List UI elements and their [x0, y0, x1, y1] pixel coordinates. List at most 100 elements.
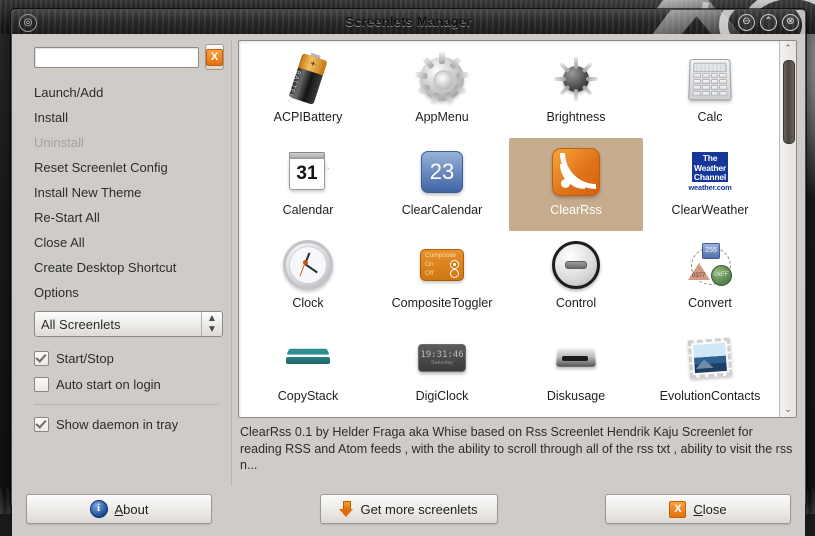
sidebar-item-options[interactable]: Options: [34, 280, 225, 305]
gear-tooth: [415, 71, 428, 79]
calculator-key: [702, 73, 710, 78]
list-item[interactable]: The Weather Channel weather.com ClearWea…: [643, 138, 777, 231]
checkbox-show-daemon-box[interactable]: [34, 417, 49, 432]
list-item[interactable]: 19:31:46 Saturday DigiClock: [375, 324, 509, 417]
icon-scroll-area[interactable]: +BATTERY ACPIBattery AppMenu: [239, 41, 779, 417]
digiclock-sub: Saturday: [431, 360, 453, 367]
list-item-label: ClearRss: [550, 203, 601, 217]
gear-tooth: [453, 84, 466, 95]
checkbox-show-daemon-label: Show daemon in tray: [56, 417, 178, 432]
list-item-label: CompositeToggler: [392, 296, 493, 310]
list-item[interactable]: +BATTERY ACPIBattery: [241, 45, 375, 138]
calculator-icon: [689, 50, 731, 108]
clear-search-button[interactable]: X: [205, 44, 224, 70]
maximize-button[interactable]: ⌃: [760, 14, 777, 31]
list-item[interactable]: CopyStack: [241, 324, 375, 417]
list-item-label: Diskusage: [547, 389, 605, 403]
list-item[interactable]: Clock: [241, 231, 375, 324]
about-button-label: About: [115, 502, 149, 517]
digiclock-time: 19:31:46: [420, 350, 463, 360]
list-item[interactable]: 31 Calendar: [241, 138, 375, 231]
gear-tooth: [430, 92, 440, 105]
vertical-scrollbar[interactable]: ⌃ ⌄: [779, 41, 796, 417]
close-window-button[interactable]: ⊗: [782, 14, 799, 31]
list-item-label: CopyStack: [278, 389, 338, 403]
list-item[interactable]: Diskusage: [509, 324, 643, 417]
list-item[interactable]: Brightness: [509, 45, 643, 138]
list-item[interactable]: 255 0377 0xFF Convert: [643, 231, 777, 324]
minimize-button[interactable]: ⊖: [738, 14, 755, 31]
list-item-selected[interactable]: ClearRss: [509, 138, 643, 231]
close-button-label: Close: [693, 502, 726, 517]
convert-node-oct: 0377: [692, 273, 705, 279]
sidebar-item-install[interactable]: Install: [34, 105, 225, 130]
search-input[interactable]: [34, 47, 199, 68]
list-item[interactable]: EvolutionContacts: [643, 324, 777, 417]
about-button[interactable]: i About: [26, 494, 212, 524]
photo-stamp-icon: [689, 329, 731, 387]
sidebar-item-re-start-all[interactable]: Re-Start All: [34, 205, 225, 230]
screenlets-filter-select[interactable]: All Screenlets ▲▼: [34, 311, 223, 337]
get-more-screenlets-button[interactable]: Get more screenlets: [320, 494, 498, 524]
weather-logo-line-3: Channel: [694, 172, 726, 182]
sidebar-item-uninstall: Uninstall: [34, 130, 225, 155]
brightness-ray: [582, 85, 593, 96]
window-title: Screenlets Manager: [12, 10, 805, 34]
window-titlebar[interactable]: ◎ Screenlets Manager ⊖ ⌃ ⊗: [12, 10, 805, 34]
list-item[interactable]: Calc: [643, 45, 777, 138]
checkbox-auto-start-box[interactable]: [34, 377, 49, 392]
scrollbar-thumb[interactable]: [783, 60, 795, 144]
list-item-label: Control: [556, 296, 596, 310]
checkbox-auto-start-label: Auto start on login: [56, 377, 161, 392]
list-item[interactable]: 23 ClearCalendar: [375, 138, 509, 231]
sidebar-item-close-all[interactable]: Close All: [34, 230, 225, 255]
gear-tooth: [422, 56, 434, 69]
checkbox-show-daemon-in-tray[interactable]: Show daemon in tray: [34, 414, 223, 434]
list-item-label: Calc: [697, 110, 722, 124]
calculator-key: [693, 79, 701, 84]
calculator-key: [711, 79, 719, 84]
list-item[interactable]: AppMenu: [375, 45, 509, 138]
list-item-label: Convert: [688, 296, 732, 310]
battery-icon: +BATTERY: [295, 50, 321, 108]
main-content: X Launch/Add Install Uninstall Reset Scr…: [12, 34, 805, 486]
screenlet-description: ClearRss 0.1 by Helder Fraga aka Whise b…: [238, 418, 797, 486]
screenlets-filter-value: All Screenlets: [35, 317, 201, 332]
sidebar-item-install-new-theme[interactable]: Install New Theme: [34, 180, 225, 205]
digital-clock-icon: 19:31:46 Saturday: [418, 329, 466, 387]
gear-tooth: [456, 71, 469, 79]
composite-title: Composite: [425, 252, 459, 260]
checkbox-auto-start-on-login[interactable]: Auto start on login: [34, 374, 223, 394]
list-item[interactable]: Composite On Off CompositeToggler: [375, 231, 509, 324]
list-item-label: ClearCalendar: [402, 203, 483, 217]
sidebar-item-launch-add[interactable]: Launch/Add: [34, 80, 225, 105]
brightness-ray: [574, 89, 578, 101]
brightness-sun-icon: [554, 50, 598, 108]
sidebar-item-reset-screenlet-config[interactable]: Reset Screenlet Config: [34, 155, 225, 180]
checkbox-start-stop-box[interactable]: [34, 351, 49, 366]
scrollbar-track[interactable]: [780, 56, 796, 402]
list-item-label: ClearWeather: [672, 203, 749, 217]
calculator-key: [719, 73, 727, 78]
brightness-ray: [574, 57, 578, 69]
download-arrow-icon: [339, 501, 353, 517]
checkbox-start-stop[interactable]: Start/Stop: [34, 348, 223, 368]
list-item-label: DigiClock: [416, 389, 469, 403]
calculator-key: [711, 85, 719, 90]
analog-clock-icon: [283, 236, 333, 294]
close-button[interactable]: X Close: [605, 494, 791, 524]
info-icon: i: [90, 500, 108, 518]
list-item[interactable]: Control: [509, 231, 643, 324]
sidebar-item-create-desktop-shortcut[interactable]: Create Desktop Shortcut: [34, 255, 225, 280]
list-item-label: EvolutionContacts: [660, 389, 761, 403]
chevron-updown-icon: ▲▼: [201, 312, 222, 336]
scroll-up-icon[interactable]: ⌃: [780, 41, 796, 56]
calculator-key: [719, 79, 727, 84]
weather-channel-icon: The Weather Channel weather.com: [688, 143, 732, 201]
scroll-down-icon[interactable]: ⌄: [780, 402, 796, 417]
gear-tooth: [439, 52, 445, 64]
search-row: X: [34, 44, 223, 70]
brightness-ray: [554, 77, 566, 81]
gear-tooth: [417, 84, 430, 95]
calculator-key: [719, 85, 727, 90]
